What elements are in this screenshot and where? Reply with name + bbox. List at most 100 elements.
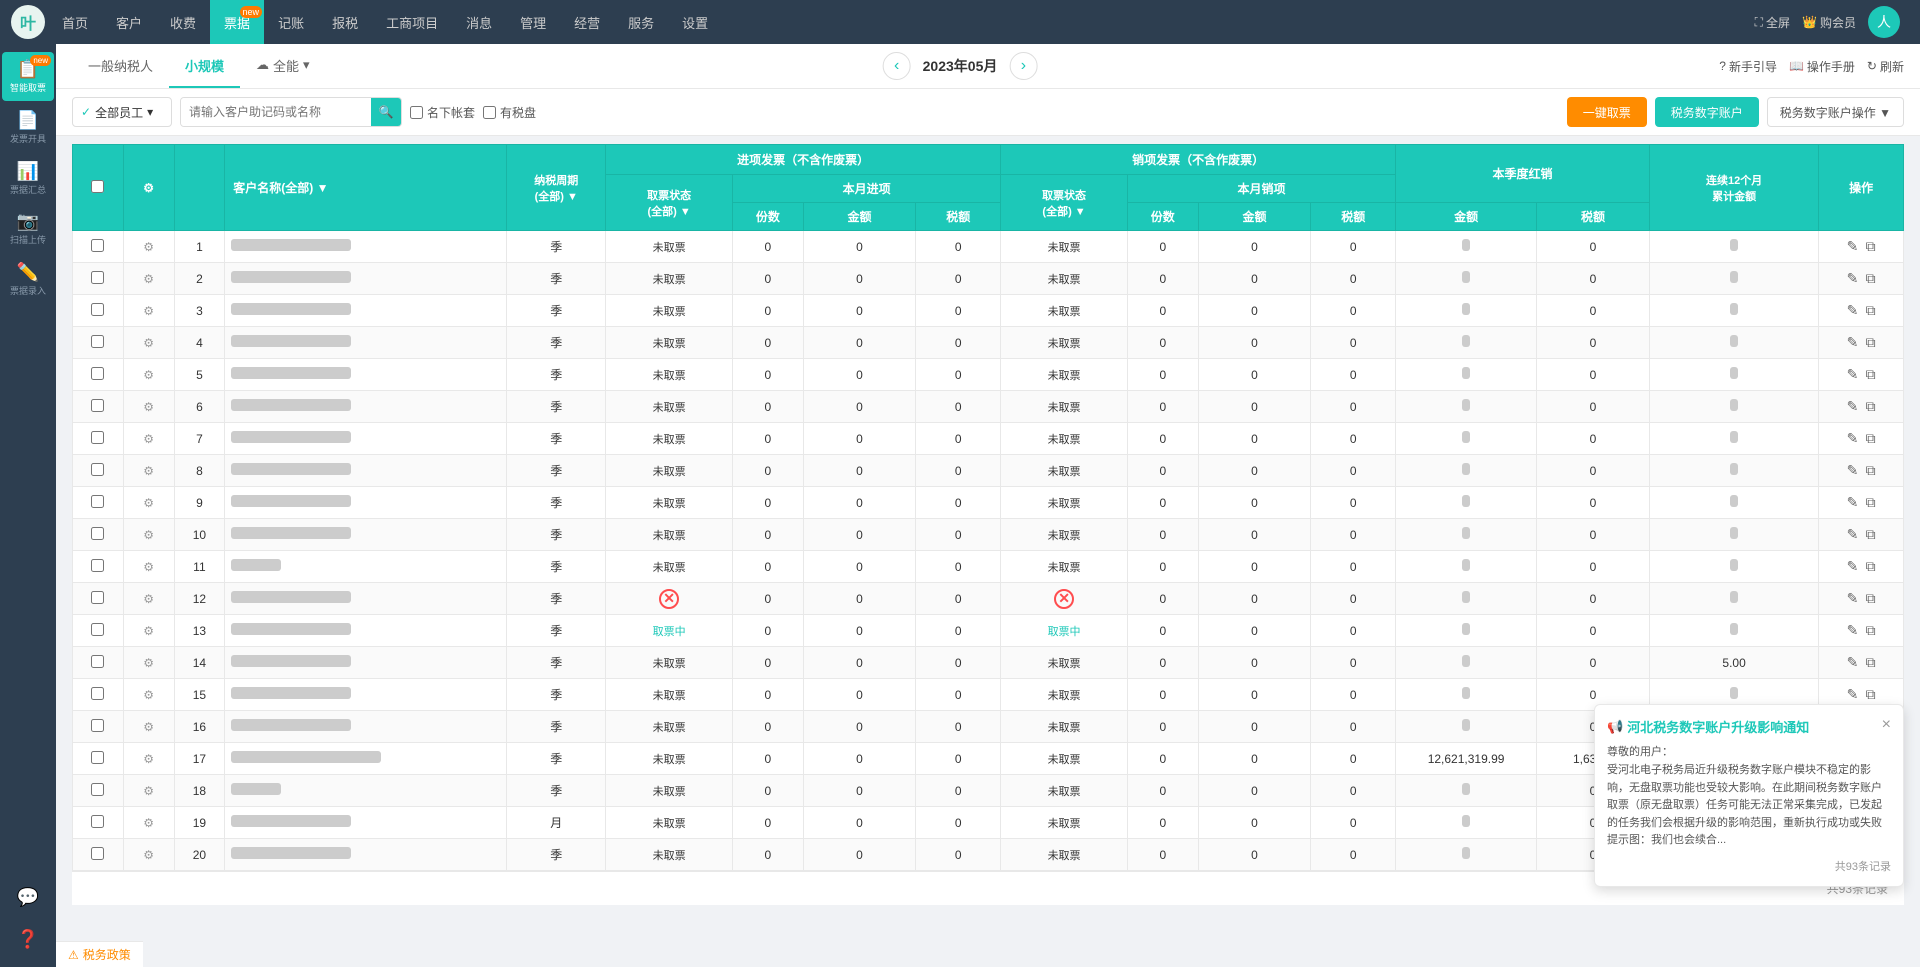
next-month-btn[interactable]: ›	[1009, 52, 1037, 80]
edit-btn[interactable]: ✎	[1845, 524, 1861, 545]
copy-btn[interactable]: ⧉	[1864, 492, 1878, 513]
nav-item-settings[interactable]: 设置	[668, 0, 722, 44]
row-settings-icon[interactable]: ⚙	[143, 816, 154, 830]
edit-btn[interactable]: ✎	[1845, 300, 1861, 321]
row-settings-icon[interactable]: ⚙	[143, 336, 154, 350]
row-settings-icon[interactable]: ⚙	[143, 432, 154, 446]
edit-btn[interactable]: ✎	[1845, 588, 1861, 609]
th-fetch-out[interactable]: 取票状态(全部) ▼	[1001, 175, 1128, 231]
row-settings-icon[interactable]: ⚙	[143, 496, 154, 510]
edit-btn[interactable]: ✎	[1845, 332, 1861, 353]
copy-btn[interactable]: ⧉	[1864, 652, 1878, 673]
search-btn[interactable]: 🔍	[371, 97, 401, 127]
row-settings-icon[interactable]: ⚙	[143, 272, 154, 286]
sidebar-item-issue[interactable]: 📄 发票开具	[2, 103, 54, 152]
copy-btn[interactable]: ⧉	[1864, 332, 1878, 353]
nav-item-tax[interactable]: 报税	[318, 0, 372, 44]
edit-btn[interactable]: ✎	[1845, 652, 1861, 673]
row-settings-icon[interactable]: ⚙	[143, 304, 154, 318]
logo[interactable]: 叶	[8, 0, 48, 44]
nav-item-customer[interactable]: 客户	[102, 0, 156, 44]
th-checkbox[interactable]	[73, 145, 124, 231]
nav-item-home[interactable]: 首页	[48, 0, 102, 44]
manual-btn[interactable]: 📖 操作手册	[1789, 58, 1855, 75]
tax-policy-bar[interactable]: ⚠ 税务政策	[56, 941, 143, 967]
tab-all[interactable]: ☁ 全能 ▾	[240, 44, 326, 88]
sidebar-bottom-2[interactable]: ❓	[2, 919, 54, 959]
checkbox-taxdisk[interactable]: 有税盘	[483, 104, 536, 121]
nav-item-fee[interactable]: 收费	[156, 0, 210, 44]
edit-btn[interactable]: ✎	[1845, 556, 1861, 577]
employee-label: 全部员工	[95, 104, 143, 121]
nav-item-business[interactable]: 工商项目	[372, 0, 452, 44]
edit-btn[interactable]: ✎	[1845, 684, 1861, 705]
sidebar-item-entry[interactable]: ✏️ 票据录入	[2, 255, 54, 304]
row-settings-icon[interactable]: ⚙	[143, 464, 154, 478]
fullscreen-btn[interactable]: ⛶ 全屏	[1755, 14, 1790, 31]
row-settings-icon[interactable]: ⚙	[143, 848, 154, 862]
nav-item-invoice[interactable]: 票据 new	[210, 0, 264, 44]
edit-btn[interactable]: ✎	[1845, 428, 1861, 449]
search-input[interactable]	[181, 98, 371, 126]
tab-general[interactable]: 一般纳税人	[72, 44, 169, 88]
vip-btn[interactable]: 👑 购会员	[1802, 14, 1856, 31]
th-customer[interactable]: 客户名称(全部) ▼	[225, 145, 507, 231]
digital-account-btn[interactable]: 税务数字账户	[1655, 97, 1759, 127]
row-settings-icon[interactable]: ⚙	[143, 720, 154, 734]
copy-btn[interactable]: ⧉	[1864, 364, 1878, 385]
edit-btn[interactable]: ✎	[1845, 460, 1861, 481]
th-settings[interactable]: ⚙	[123, 145, 174, 231]
edit-btn[interactable]: ✎	[1845, 620, 1861, 641]
one-click-btn[interactable]: 一键取票	[1567, 97, 1647, 127]
sidebar-item-summary[interactable]: 📊 票据汇总	[2, 154, 54, 203]
row-settings-icon[interactable]: ⚙	[143, 560, 154, 574]
copy-btn[interactable]: ⧉	[1864, 428, 1878, 449]
edit-btn[interactable]: ✎	[1845, 236, 1861, 257]
copy-btn[interactable]: ⧉	[1864, 460, 1878, 481]
copy-btn[interactable]: ⧉	[1864, 556, 1878, 577]
row-settings-icon[interactable]: ⚙	[143, 400, 154, 414]
copy-btn[interactable]: ⧉	[1864, 396, 1878, 417]
row-settings-icon[interactable]: ⚙	[143, 752, 154, 766]
copy-btn[interactable]: ⧉	[1864, 620, 1878, 641]
th-fetch-in[interactable]: 取票状态(全部) ▼	[606, 175, 733, 231]
row-settings-icon[interactable]: ⚙	[143, 688, 154, 702]
row-settings-icon[interactable]: ⚙	[143, 624, 154, 638]
edit-btn[interactable]: ✎	[1845, 396, 1861, 417]
row-settings-icon[interactable]: ⚙	[143, 240, 154, 254]
row-settings-icon[interactable]: ⚙	[143, 528, 154, 542]
sidebar-bottom-1[interactable]: 💬	[2, 877, 54, 917]
nav-item-service[interactable]: 服务	[614, 0, 668, 44]
th-period[interactable]: 纳税周期(全部) ▼	[507, 145, 606, 231]
notification-close-btn[interactable]: ×	[1882, 717, 1891, 733]
digital-ops-btn[interactable]: 税务数字账户操作 ▼	[1767, 97, 1904, 127]
copy-btn[interactable]: ⧉	[1864, 300, 1878, 321]
nav-item-bookkeeping[interactable]: 记账	[264, 0, 318, 44]
edit-btn[interactable]: ✎	[1845, 364, 1861, 385]
copy-btn[interactable]: ⧉	[1864, 236, 1878, 257]
cloud-icon: ☁	[256, 57, 269, 73]
copy-btn[interactable]: ⧉	[1864, 268, 1878, 289]
copy-btn[interactable]: ⧉	[1864, 684, 1878, 705]
checkbox-myaccount[interactable]: 名下帐套	[410, 104, 475, 121]
nav-item-operation[interactable]: 经营	[560, 0, 614, 44]
nav-item-message[interactable]: 消息	[452, 0, 506, 44]
copy-btn[interactable]: ⧉	[1864, 524, 1878, 545]
sidebar-item-smart-invoice[interactable]: 📋 智能取票 new	[2, 52, 54, 101]
row-settings-icon[interactable]: ⚙	[143, 784, 154, 798]
avatar[interactable]: 人	[1868, 6, 1900, 38]
edit-btn[interactable]: ✎	[1845, 492, 1861, 513]
copy-btn[interactable]: ⧉	[1864, 588, 1878, 609]
row-settings-icon[interactable]: ⚙	[143, 656, 154, 670]
nav-item-manage[interactable]: 管理	[506, 0, 560, 44]
edit-btn[interactable]: ✎	[1845, 268, 1861, 289]
employee-select[interactable]: ✓ 全部员工 ▾	[72, 97, 172, 127]
guide-btn[interactable]: ? 新手引导	[1719, 58, 1777, 75]
filter-bar: ✓ 全部员工 ▾ 🔍 名下帐套 有税盘 一键取票	[56, 89, 1920, 136]
row-settings-icon[interactable]: ⚙	[143, 368, 154, 382]
row-settings-icon[interactable]: ⚙	[143, 592, 154, 606]
tab-small[interactable]: 小规模	[169, 44, 240, 88]
sidebar-item-scan[interactable]: 📷 扫描上传	[2, 204, 54, 253]
refresh-btn[interactable]: ↻ 刷新	[1867, 58, 1904, 75]
prev-month-btn[interactable]: ‹	[883, 52, 911, 80]
